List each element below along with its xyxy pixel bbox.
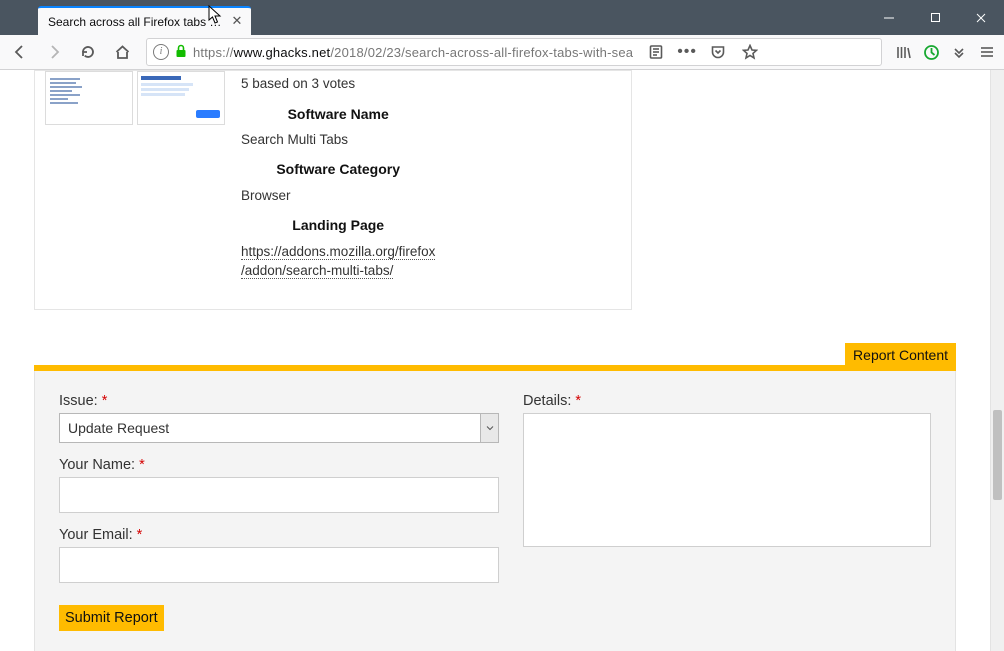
- browser-window: Search across all Firefox tabs with S ✕: [0, 0, 1004, 651]
- minimize-button[interactable]: [866, 3, 912, 33]
- navigation-toolbar: i https://www.ghacks.net/2018/02/23/sear…: [0, 35, 1004, 70]
- browser-tab[interactable]: Search across all Firefox tabs with S ✕: [38, 6, 251, 35]
- name-input[interactable]: [59, 477, 499, 513]
- content-viewport[interactable]: 5 based on 3 votes Software Name Search …: [0, 70, 990, 651]
- lock-icon: [175, 44, 187, 61]
- pocket-icon[interactable]: [707, 41, 729, 63]
- bookmark-star-icon[interactable]: [739, 41, 761, 63]
- screenshot-thumbnails: [35, 71, 235, 281]
- vertical-scrollbar[interactable]: [990, 70, 1004, 651]
- software-name-value: Search Multi Tabs: [241, 130, 435, 150]
- site-identity[interactable]: i: [153, 44, 187, 61]
- tab-close-icon[interactable]: ✕: [229, 14, 245, 30]
- thumbnail[interactable]: [45, 71, 133, 125]
- back-button[interactable]: [6, 38, 34, 66]
- scrollbar-thumb[interactable]: [993, 410, 1002, 500]
- thumbnail[interactable]: [137, 71, 225, 125]
- details-textarea[interactable]: [523, 413, 931, 547]
- url-bar[interactable]: i https://www.ghacks.net/2018/02/23/sear…: [146, 38, 882, 66]
- overflow-icon[interactable]: [948, 41, 970, 63]
- landing-page-link[interactable]: https://addons.mozilla.org/firefox /addo…: [241, 242, 435, 281]
- landing-page-label: Landing Page: [241, 215, 435, 235]
- window-controls: [866, 0, 1004, 35]
- issue-select[interactable]: Update Request: [59, 413, 499, 443]
- home-button[interactable]: [108, 38, 136, 66]
- report-content-tab[interactable]: Report Content: [845, 343, 956, 367]
- close-button[interactable]: [958, 3, 1004, 33]
- email-input[interactable]: [59, 547, 499, 583]
- software-category-value: Browser: [241, 186, 435, 206]
- software-name-label: Software Name: [241, 104, 435, 124]
- issue-select-value: Update Request: [68, 420, 169, 436]
- info-icon: i: [153, 44, 169, 60]
- forward-button[interactable]: [40, 38, 68, 66]
- chevron-down-icon: [480, 414, 498, 442]
- tab-title: Search across all Firefox tabs with S: [48, 15, 223, 29]
- page-actions-icon[interactable]: •••: [677, 43, 697, 61]
- issue-label: Issue: *: [59, 393, 499, 409]
- software-infobox: 5 based on 3 votes Software Name Search …: [34, 70, 632, 310]
- extension-icon[interactable]: [920, 41, 942, 63]
- email-label: Your Email: *: [59, 527, 499, 543]
- reader-mode-icon[interactable]: [645, 41, 667, 63]
- maximize-button[interactable]: [912, 3, 958, 33]
- rating-text: 5 based on 3 votes: [241, 74, 435, 94]
- submit-report-button[interactable]: Submit Report: [59, 605, 164, 631]
- titlebar: Search across all Firefox tabs with S ✕: [0, 0, 1004, 35]
- details-label: Details: *: [523, 393, 931, 409]
- url-text: https://www.ghacks.net/2018/02/23/search…: [193, 45, 633, 60]
- software-category-label: Software Category: [241, 159, 435, 179]
- name-label: Your Name: *: [59, 457, 499, 473]
- report-content-panel: Report Content Issue: * Update Request Y…: [34, 365, 956, 651]
- menu-icon[interactable]: [976, 41, 998, 63]
- library-icon[interactable]: [892, 41, 914, 63]
- reload-button[interactable]: [74, 38, 102, 66]
